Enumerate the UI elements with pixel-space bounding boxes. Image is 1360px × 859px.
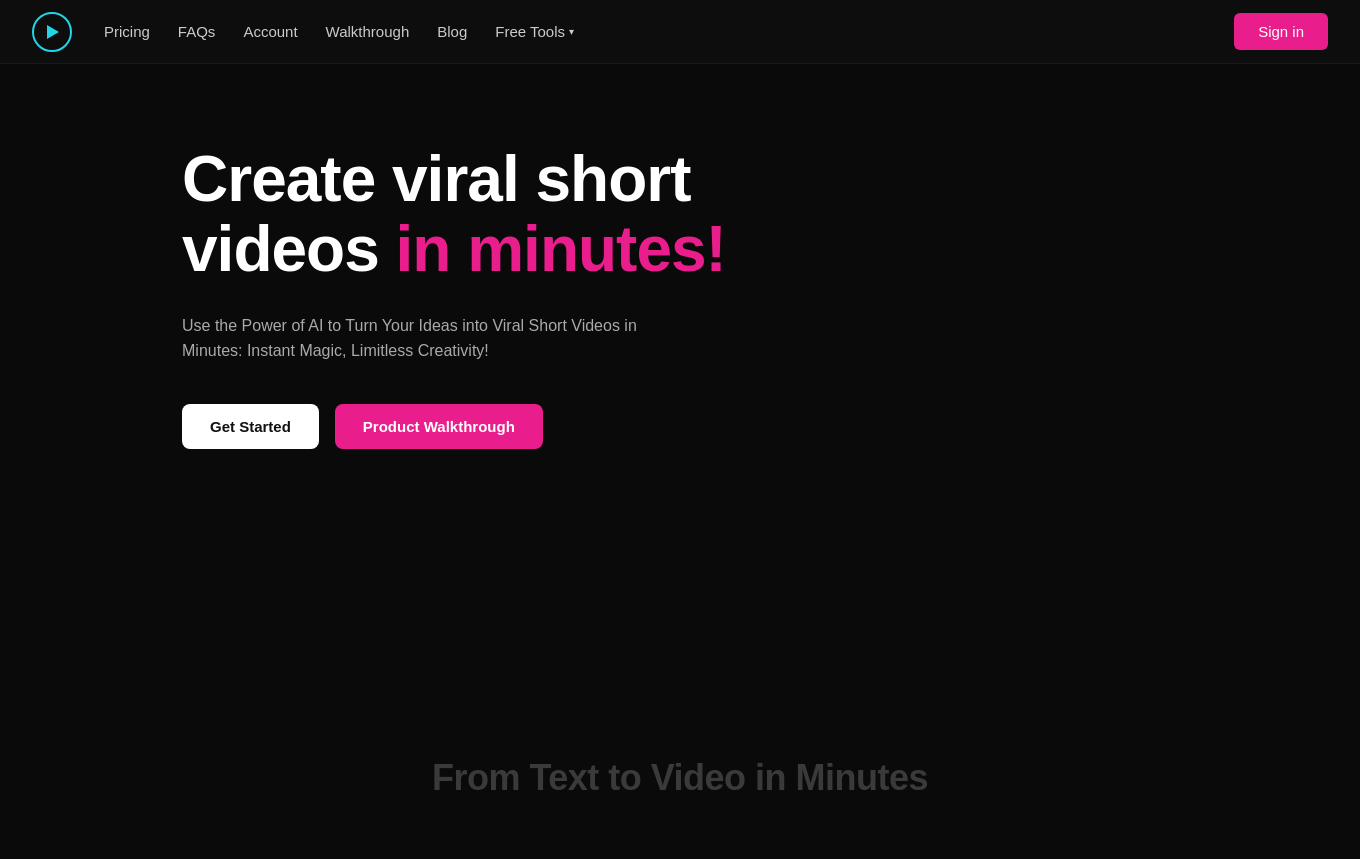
nav-pricing[interactable]: Pricing [104,23,150,40]
chevron-down-icon: ▾ [569,26,574,37]
hero-subtitle: Use the Power of AI to Turn Your Ideas i… [182,313,662,364]
hero-section: Create viral short videos in minutes! Us… [0,64,1360,449]
nav-links: Pricing FAQs Account Walkthrough Blog Fr… [104,23,574,40]
hero-title-highlight: in minutes! [396,213,726,285]
nav-blog[interactable]: Blog [437,23,467,40]
nav-faqs[interactable]: FAQs [178,23,216,40]
hero-buttons: Get Started Product Walkthrough [182,404,1360,449]
logo[interactable] [32,12,72,52]
nav-free-tools[interactable]: Free Tools ▾ [495,23,574,40]
navbar: Pricing FAQs Account Walkthrough Blog Fr… [0,0,1360,64]
navbar-left: Pricing FAQs Account Walkthrough Blog Fr… [32,12,574,52]
product-walkthrough-button[interactable]: Product Walkthrough [335,404,543,449]
bottom-section: From Text to Video in Minutes [0,757,1360,799]
hero-title: Create viral short videos in minutes! [182,144,782,285]
bottom-title: From Text to Video in Minutes [0,757,1360,799]
play-icon [47,25,59,39]
get-started-button[interactable]: Get Started [182,404,319,449]
nav-account[interactable]: Account [243,23,297,40]
nav-walkthrough[interactable]: Walkthrough [326,23,410,40]
sign-in-button[interactable]: Sign in [1234,13,1328,50]
